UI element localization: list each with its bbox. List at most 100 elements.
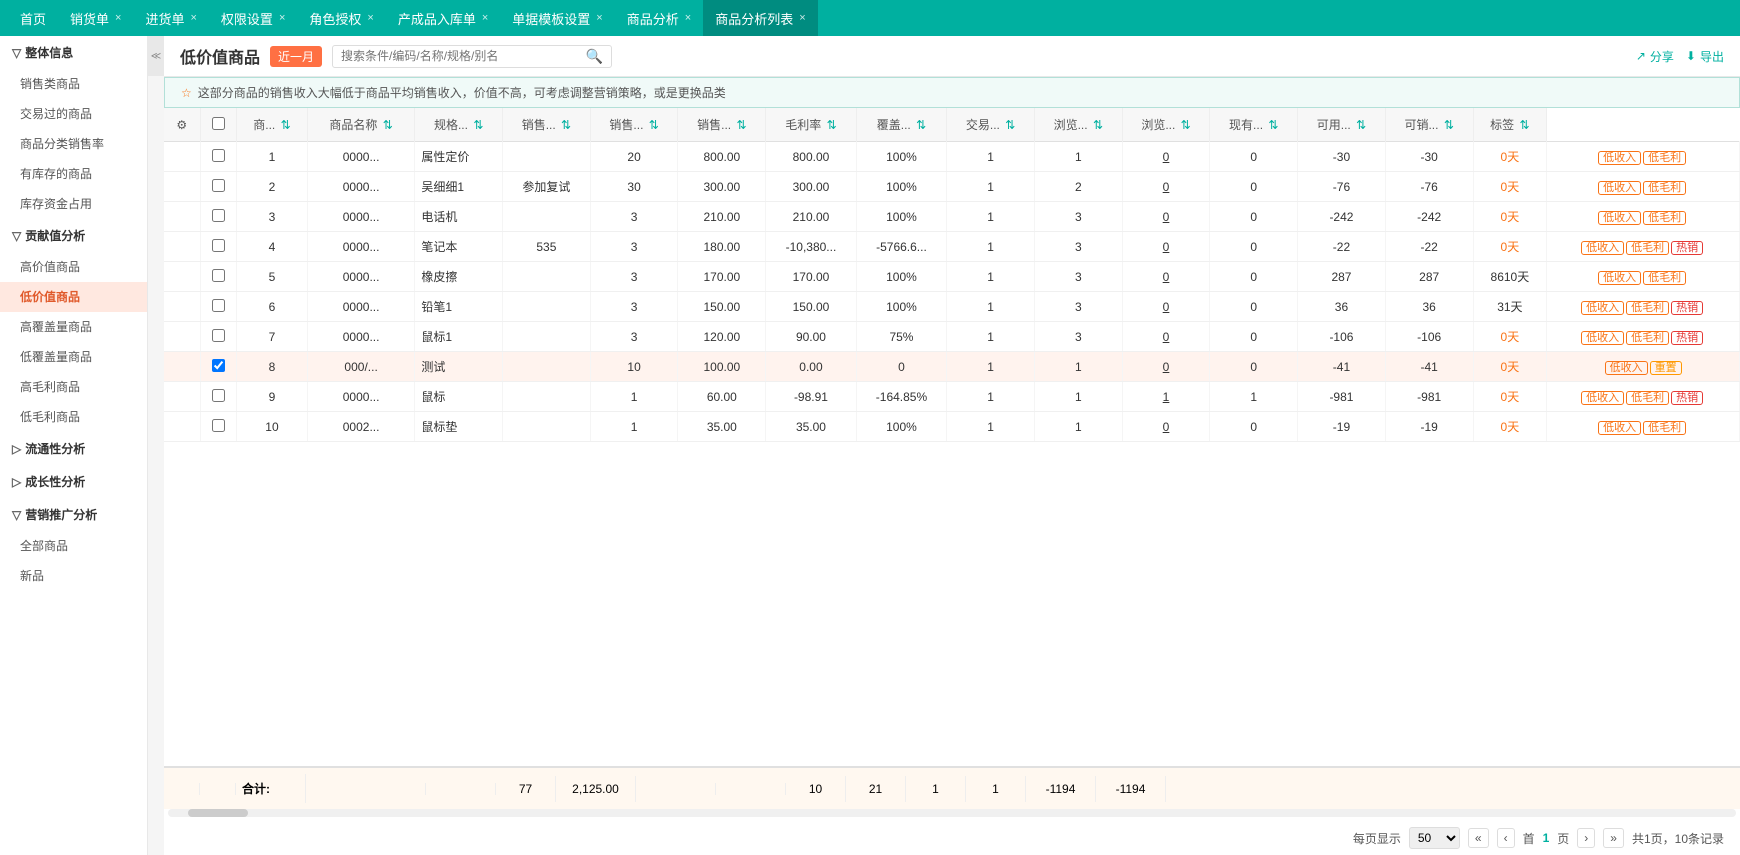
profit-rate-column-header[interactable]: 毛利率 ⇅	[766, 108, 857, 142]
row-select-checkbox[interactable]	[212, 179, 225, 192]
row-select-checkbox[interactable]	[212, 329, 225, 342]
close-product-analysis[interactable]: ×	[685, 12, 691, 24]
row-checkbox[interactable]	[200, 352, 237, 382]
close-template-settings[interactable]: ×	[596, 12, 602, 24]
row-gear[interactable]	[164, 292, 200, 322]
sidebar-item-stocked-products[interactable]: 有库存的商品	[0, 159, 147, 189]
row-gear[interactable]	[164, 382, 200, 412]
sidebar-section-overall[interactable]: ▽ 整体信息	[0, 36, 147, 69]
spec-column-header[interactable]: 规格... ⇅	[415, 108, 503, 142]
sidebar-item-all-products[interactable]: 全部商品	[0, 531, 147, 561]
row-browse1[interactable]: 0	[1122, 142, 1210, 172]
row-select-checkbox[interactable]	[212, 419, 225, 432]
row-browse1[interactable]: 0	[1122, 412, 1210, 442]
last-page-button[interactable]: »	[1603, 828, 1624, 848]
browse1-link[interactable]: 0	[1163, 300, 1170, 314]
row-browse1[interactable]: 1	[1122, 382, 1210, 412]
nav-home[interactable]: 首页	[8, 0, 58, 36]
current-stock-column-header[interactable]: 现有... ⇅	[1210, 108, 1298, 142]
next-page-button[interactable]: ›	[1577, 828, 1595, 848]
row-select-checkbox[interactable]	[212, 239, 225, 252]
code-column-header[interactable]: 商... ⇅	[237, 108, 308, 142]
search-input[interactable]	[341, 49, 586, 63]
browse1-link[interactable]: 0	[1163, 180, 1170, 194]
sidebar-section-growth[interactable]: ▷ 成长性分析	[0, 465, 147, 498]
export-button[interactable]: ⬇ 导出	[1686, 48, 1724, 65]
row-checkbox[interactable]	[200, 142, 237, 172]
tags-column-header[interactable]: 标签 ⇅	[1473, 108, 1547, 142]
close-purchase-order[interactable]: ×	[190, 12, 196, 24]
browse1-link[interactable]: 0	[1163, 330, 1170, 344]
sidebar-item-traded-products[interactable]: 交易过的商品	[0, 99, 147, 129]
close-role-auth[interactable]: ×	[367, 12, 373, 24]
sidebar-item-stock-capital[interactable]: 库存资金占用	[0, 189, 147, 219]
close-sales-order[interactable]: ×	[115, 12, 121, 24]
browse2-column-header[interactable]: 浏览... ⇅	[1122, 108, 1210, 142]
row-browse1[interactable]: 0	[1122, 322, 1210, 352]
sidebar-item-sales-products[interactable]: 销售类商品	[0, 69, 147, 99]
row-select-checkbox[interactable]	[212, 209, 225, 222]
row-checkbox[interactable]	[200, 382, 237, 412]
nav-product-storage[interactable]: 产成品入库单 ×	[386, 0, 500, 36]
row-browse1[interactable]: 0	[1122, 202, 1210, 232]
sales-qty-column-header[interactable]: 销售... ⇅	[503, 108, 591, 142]
sales-avg-column-header[interactable]: 销售... ⇅	[678, 108, 766, 142]
row-gear[interactable]	[164, 142, 200, 172]
sellable-column-header[interactable]: 可销... ⇅	[1385, 108, 1473, 142]
row-gear[interactable]	[164, 352, 200, 382]
browse1-link[interactable]: 0	[1163, 150, 1170, 164]
row-gear[interactable]	[164, 172, 200, 202]
sidebar-section-contribution[interactable]: ▽ 贡献值分析	[0, 219, 147, 252]
browse1-link[interactable]: 1	[1163, 390, 1170, 404]
share-button[interactable]: ↗ 分享	[1636, 48, 1674, 65]
row-gear[interactable]	[164, 232, 200, 262]
nav-product-analysis[interactable]: 商品分析 ×	[615, 0, 703, 36]
nav-purchase-order[interactable]: 进货单 ×	[133, 0, 208, 36]
row-checkbox[interactable]	[200, 322, 237, 352]
sidebar-collapse-button[interactable]: ≪	[148, 36, 164, 76]
sales-amount-column-header[interactable]: 销售... ⇅	[590, 108, 678, 142]
row-checkbox[interactable]	[200, 232, 237, 262]
row-select-checkbox[interactable]	[212, 359, 225, 372]
row-select-checkbox[interactable]	[212, 389, 225, 402]
row-checkbox[interactable]	[200, 412, 237, 442]
first-page-button[interactable]: «	[1468, 828, 1489, 848]
sidebar-item-low-value[interactable]: 低价值商品	[0, 282, 147, 312]
row-checkbox[interactable]	[200, 292, 237, 322]
transaction-column-header[interactable]: 交易... ⇅	[947, 108, 1035, 142]
close-permissions[interactable]: ×	[279, 12, 285, 24]
gear-column-header[interactable]: ⚙	[164, 108, 200, 142]
row-browse1[interactable]: 0	[1122, 292, 1210, 322]
browse1-link[interactable]: 0	[1163, 210, 1170, 224]
sidebar-item-new-products[interactable]: 新品	[0, 561, 147, 591]
sidebar-item-high-coverage[interactable]: 高覆盖量商品	[0, 312, 147, 342]
nav-sales-order[interactable]: 销货单 ×	[58, 0, 133, 36]
row-browse1[interactable]: 0	[1122, 172, 1210, 202]
row-select-checkbox[interactable]	[212, 149, 225, 162]
horizontal-scrollbar[interactable]	[168, 809, 1736, 817]
row-browse1[interactable]: 0	[1122, 352, 1210, 382]
sidebar-item-category-sales-rate[interactable]: 商品分类销售率	[0, 129, 147, 159]
select-all-checkbox[interactable]	[212, 117, 225, 130]
sidebar-section-marketing[interactable]: ▽ 营销推广分析	[0, 498, 147, 531]
row-gear[interactable]	[164, 202, 200, 232]
row-select-checkbox[interactable]	[212, 269, 225, 282]
name-column-header[interactable]: 商品名称 ⇅	[307, 108, 414, 142]
coverage-column-header[interactable]: 覆盖... ⇅	[856, 108, 947, 142]
row-gear[interactable]	[164, 322, 200, 352]
search-icon[interactable]: 🔍	[586, 48, 603, 65]
row-checkbox[interactable]	[200, 172, 237, 202]
nav-template-settings[interactable]: 单据模板设置 ×	[500, 0, 614, 36]
row-select-checkbox[interactable]	[212, 299, 225, 312]
browse1-link[interactable]: 0	[1163, 240, 1170, 254]
row-checkbox[interactable]	[200, 262, 237, 292]
page-size-select[interactable]: 50 100 200	[1409, 827, 1460, 849]
browse1-link[interactable]: 0	[1163, 360, 1170, 374]
row-gear[interactable]	[164, 262, 200, 292]
row-browse1[interactable]: 0	[1122, 262, 1210, 292]
nav-permissions[interactable]: 权限设置 ×	[209, 0, 297, 36]
checkbox-column-header[interactable]	[200, 108, 237, 142]
available-column-header[interactable]: 可用... ⇅	[1298, 108, 1386, 142]
row-gear[interactable]	[164, 412, 200, 442]
sidebar-item-high-value[interactable]: 高价值商品	[0, 252, 147, 282]
